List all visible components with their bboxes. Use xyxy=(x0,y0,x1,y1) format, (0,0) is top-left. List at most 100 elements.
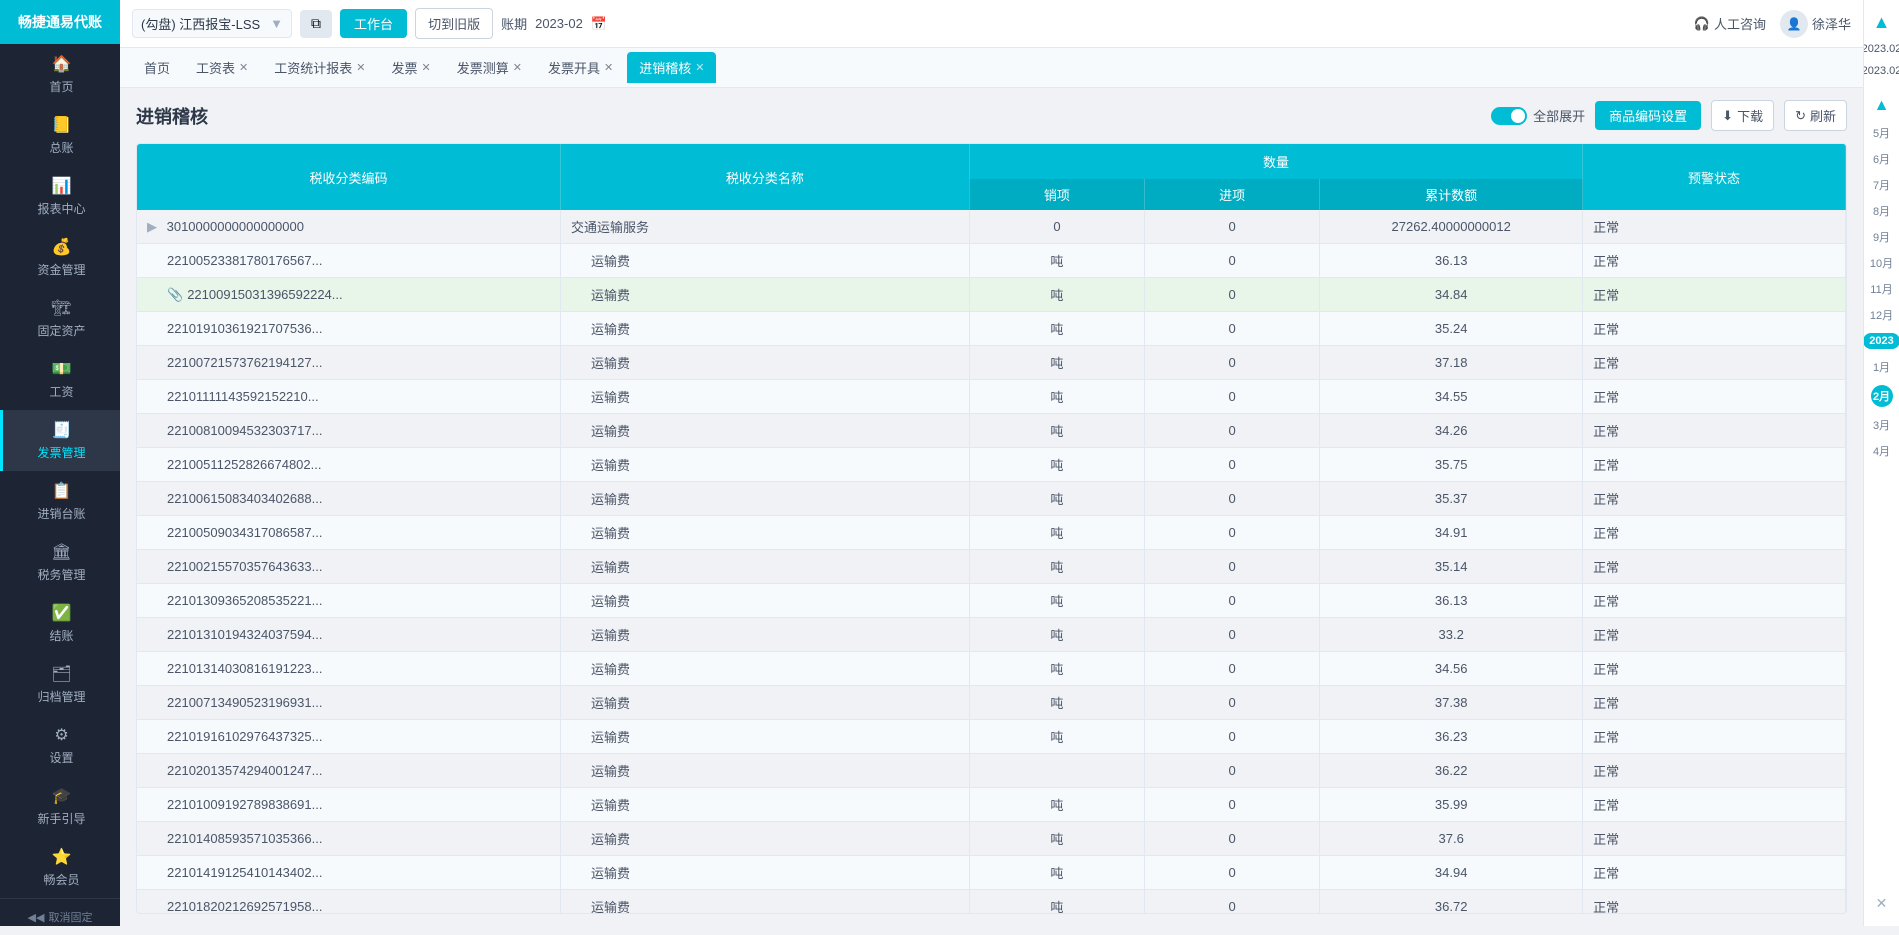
tab-close-1[interactable]: ✕ xyxy=(239,61,248,74)
table-row[interactable]: 22101820212692571958... 运输费 吨 0 36.72 正常 xyxy=(137,890,1846,915)
table-row[interactable]: 22101916102976437325... 运输费 吨 0 36.23 正常 xyxy=(137,720,1846,754)
table-row[interactable]: 22101310194324037594... 运输费 吨 0 33.2 正常 xyxy=(137,618,1846,652)
table-row[interactable]: 22100810094532303717... 运输费 吨 0 34.26 正常 xyxy=(137,414,1846,448)
table-row[interactable]: 22100509034317086587... 运输费 吨 0 34.91 正常 xyxy=(137,516,1846,550)
refresh-button[interactable]: ↻ 刷新 xyxy=(1784,100,1847,131)
panel-10month[interactable]: 10月 xyxy=(1864,251,1899,275)
tab-4[interactable]: 发票测算✕ xyxy=(445,52,534,83)
table-row[interactable]: 22100215570357643633... 运输费 吨 0 35.14 正常 xyxy=(137,550,1846,584)
table-row[interactable]: 22100713490523196931... 运输费 吨 0 37.38 正常 xyxy=(137,686,1846,720)
calendar-icon[interactable]: 📅 xyxy=(591,16,607,32)
table-row[interactable]: 22101314030816191223... 运输费 吨 0 34.56 正常 xyxy=(137,652,1846,686)
cell-unit: 吨 xyxy=(969,720,1144,754)
tab-label-0: 首页 xyxy=(144,58,170,77)
panel-12month[interactable]: 12月 xyxy=(1864,303,1899,327)
table-row[interactable]: 22101309365208535221... 运输费 吨 0 36.13 正常 xyxy=(137,584,1846,618)
settings-button[interactable]: 商品编码设置 xyxy=(1595,101,1701,130)
sidebar-item-4[interactable]: 🏗固定资产 xyxy=(0,288,120,349)
panel-9month[interactable]: 9月 xyxy=(1864,225,1899,249)
switch-version-button[interactable]: 切到旧版 xyxy=(415,8,493,39)
cell-unit: 吨 xyxy=(969,380,1144,414)
expand-icon[interactable]: ▶ xyxy=(147,219,157,234)
sidebar-label-2: 报表中心 xyxy=(37,200,85,217)
panel-8month[interactable]: 8月 xyxy=(1864,199,1899,223)
tab-close-3[interactable]: ✕ xyxy=(422,61,431,74)
cell-name: 运输费 xyxy=(560,754,969,788)
sidebar-item-2[interactable]: 📊报表中心 xyxy=(0,166,120,227)
panel-up-arrow2[interactable]: ▲ xyxy=(1864,93,1899,119)
panel-11month[interactable]: 11月 xyxy=(1864,277,1899,301)
table-row[interactable]: 22102013574294001247... 运输费 0 36.22 正常 xyxy=(137,754,1846,788)
panel-current-month-badge[interactable]: 2月 xyxy=(1864,381,1899,411)
panel-7month[interactable]: 7月 xyxy=(1864,173,1899,197)
sidebar-icon-13: ⭐ xyxy=(52,847,72,867)
main-table-container[interactable]: 税收分类编码 税收分类名称 数量 预警状态 销项 进项 累计数额 ▶ 30100… xyxy=(136,143,1847,914)
tab-1[interactable]: 工资表✕ xyxy=(184,52,260,83)
sidebar-label-9: 结账 xyxy=(49,627,73,644)
tab-close-2[interactable]: ✕ xyxy=(356,61,365,74)
table-row[interactable]: 22101910361921707536... 运输费 吨 0 35.24 正常 xyxy=(137,312,1846,346)
cell-sale: 0 xyxy=(1145,652,1320,686)
sidebar-item-10[interactable]: 🗂归档管理 xyxy=(0,654,120,715)
table-row[interactable]: 22100523381780176567... 运输费 吨 0 36.13 正常 xyxy=(137,244,1846,278)
table-row[interactable]: 📎22100915031396592224... 运输费 吨 0 34.84 正… xyxy=(137,278,1846,312)
table-row[interactable]: 22100615083403402688... 运输费 吨 0 35.37 正常 xyxy=(137,482,1846,516)
cell-unit: 吨 xyxy=(969,278,1144,312)
panel-year-2023-top[interactable]: 2023.02 xyxy=(1864,39,1899,59)
company-selector[interactable]: (勾盘) 江西报宝-LSS ▼ xyxy=(132,9,292,38)
sidebar-item-1[interactable]: 📒总账 xyxy=(0,105,120,166)
tab-3[interactable]: 发票✕ xyxy=(379,52,442,83)
panel-6month[interactable]: 6月 xyxy=(1864,147,1899,171)
workbench-button[interactable]: 工作台 xyxy=(340,9,407,38)
tab-close-6[interactable]: ✕ xyxy=(695,61,704,74)
sidebar-item-6[interactable]: 🧾发票管理 xyxy=(0,410,120,471)
table-row[interactable]: ▶ 3010000000000000000 交通运输服务 0 0 27262.4… xyxy=(137,210,1846,244)
tab-6[interactable]: 进销稽核✕ xyxy=(627,52,716,83)
tab-2[interactable]: 工资统计报表✕ xyxy=(262,52,377,83)
col-name: 税收分类名称 xyxy=(560,144,969,210)
sidebar-item-0[interactable]: 🏠首页 xyxy=(0,44,120,105)
cell-code: ▶ 3010000000000000000 xyxy=(137,210,560,244)
cell-unit: 吨 xyxy=(969,482,1144,516)
download-button[interactable]: ⬇ 下载 xyxy=(1711,100,1774,131)
cell-sale: 0 xyxy=(1145,618,1320,652)
cell-sale: 0 xyxy=(1145,754,1320,788)
copy-icon[interactable]: ⧉ xyxy=(300,10,332,38)
table-row[interactable]: 22101009192789838691... 运输费 吨 0 35.99 正常 xyxy=(137,788,1846,822)
panel-year-badge[interactable]: 2023 xyxy=(1864,329,1899,353)
tab-0[interactable]: 首页 xyxy=(132,52,182,83)
tab-close-5[interactable]: ✕ xyxy=(604,61,613,74)
panel-year-2023-top2[interactable]: 2023.02 xyxy=(1864,61,1899,81)
sidebar-footer-unpin[interactable]: ◀◀ 取消固定 xyxy=(0,898,120,935)
panel-1month[interactable]: 1月 xyxy=(1864,355,1899,379)
panel-4month[interactable]: 4月 xyxy=(1864,439,1899,463)
table-row[interactable]: 22100721573762194127... 运输费 吨 0 37.18 正常 xyxy=(137,346,1846,380)
attach-icon[interactable]: 📎 xyxy=(167,287,183,302)
sidebar-item-12[interactable]: 🎓新手引导 xyxy=(0,776,120,837)
sidebar-icon-5: 💵 xyxy=(52,359,72,379)
table-row[interactable]: 22101111143592152210... 运输费 吨 0 34.55 正常 xyxy=(137,380,1846,414)
tab-5[interactable]: 发票开具✕ xyxy=(536,52,625,83)
col-sale: 销项 xyxy=(969,179,1144,210)
close-panel-button[interactable]: ✕ xyxy=(1864,889,1899,918)
panel-up-arrow[interactable]: ▲ xyxy=(1864,8,1899,37)
sidebar-item-7[interactable]: 📋进销台账 xyxy=(0,471,120,532)
sidebar-item-8[interactable]: 🏛税务管理 xyxy=(0,532,120,593)
sidebar-item-9[interactable]: ✅结账 xyxy=(0,593,120,654)
support-link[interactable]: 🎧 人工咨询 xyxy=(1694,14,1766,33)
sidebar-icon-0: 🏠 xyxy=(52,54,72,74)
sidebar-item-11[interactable]: ⚙设置 xyxy=(0,715,120,776)
tab-close-4[interactable]: ✕ xyxy=(513,61,522,74)
sidebar-item-13[interactable]: ⭐畅会员 xyxy=(0,837,120,898)
panel-3month[interactable]: 3月 xyxy=(1864,413,1899,437)
table-row[interactable]: 22101408593571035366... 运输费 吨 0 37.6 正常 xyxy=(137,822,1846,856)
sidebar-item-5[interactable]: 💵 工资 xyxy=(0,349,120,410)
sidebar-item-3[interactable]: 💰资金管理 xyxy=(0,227,120,288)
table-row[interactable]: 22100511252826674802... 运输费 吨 0 35.75 正常 xyxy=(137,448,1846,482)
panel-5month[interactable]: 5月 xyxy=(1864,121,1899,145)
sidebar-label-5: 工资 xyxy=(49,383,73,400)
table-row[interactable]: 22101419125410143402... 运输费 吨 0 34.94 正常 xyxy=(137,856,1846,890)
expand-toggle[interactable] xyxy=(1491,107,1527,125)
user-menu[interactable]: 👤 徐泽华 xyxy=(1780,10,1851,38)
sidebar-label-7: 进销台账 xyxy=(37,505,85,522)
